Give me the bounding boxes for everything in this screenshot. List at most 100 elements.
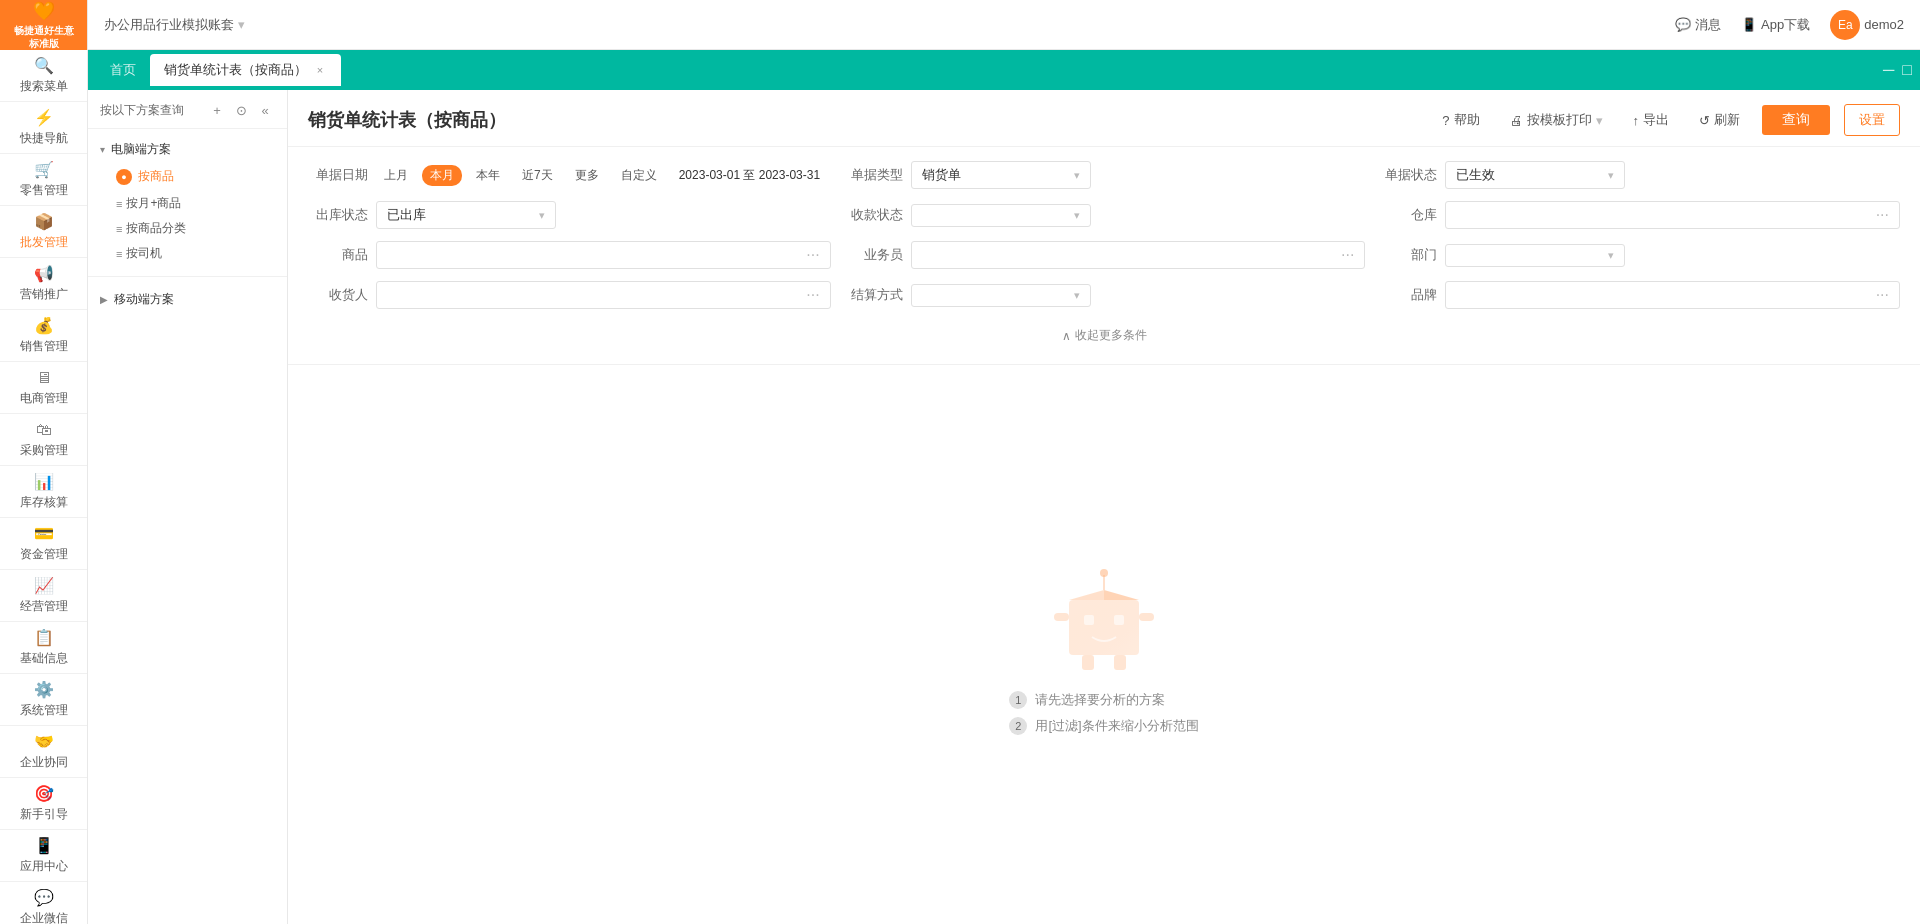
sidebar-item-search[interactable]: 🔍 搜索菜单 xyxy=(0,50,87,102)
sidebar-item-stock[interactable]: 📊 库存核算 xyxy=(0,466,87,518)
receiver-picker-btn[interactable]: ··· xyxy=(806,286,819,304)
svg-rect-5 xyxy=(1054,613,1069,621)
filter-warehouse: 仓库 ··· xyxy=(1377,201,1900,229)
product-picker-btn[interactable]: ··· xyxy=(806,246,819,264)
messages-btn[interactable]: 💬 消息 xyxy=(1675,16,1721,34)
salesperson-picker-btn[interactable]: ··· xyxy=(1341,246,1354,264)
settlement-select[interactable]: ▾ xyxy=(911,284,1091,307)
finance-icon: 💳 xyxy=(34,524,54,543)
top-bar-left: 办公用品行业模拟账套 ▾ xyxy=(104,16,245,34)
add-scheme-btn[interactable]: + xyxy=(207,100,227,120)
svg-rect-7 xyxy=(1082,655,1094,670)
tip-num-1: 1 xyxy=(1009,691,1027,709)
export-btn[interactable]: ↑ 导出 xyxy=(1625,107,1678,133)
export-icon: ↑ xyxy=(1633,113,1640,128)
date-custom-btn[interactable]: 自定义 xyxy=(613,165,665,186)
system-icon: ⚙️ xyxy=(34,680,54,699)
apps-icon: 📱 xyxy=(34,836,54,855)
page-header: 销货单统计表（按商品） ? 帮助 🖨 按模板打印 ▾ ↑ 导出 xyxy=(288,90,1920,147)
top-bar-right: 💬 消息 📱 App下载 Ea demo2 xyxy=(1675,10,1904,40)
svg-rect-0 xyxy=(1069,600,1139,655)
date-last-month-btn[interactable]: 上月 xyxy=(376,165,416,186)
sub-icon2: ≡ xyxy=(116,223,122,235)
sidebar-item-wechat[interactable]: 💬 企业微信 xyxy=(0,882,87,924)
doc-status-select[interactable]: 已生效 ▾ xyxy=(1445,161,1625,189)
filter-date: 单据日期 上月 本月 本年 近7天 更多 自定义 2023-03-01 至 20… xyxy=(308,161,831,189)
filter-doc-type: 单据类型 销货单 ▾ xyxy=(843,161,1366,189)
salesperson-input[interactable]: ··· xyxy=(911,241,1366,269)
coop-icon: 🤝 xyxy=(34,732,54,751)
sidebar-item-purchase[interactable]: 🛍 采购管理 xyxy=(0,414,87,466)
svg-rect-6 xyxy=(1139,613,1154,621)
doc-type-select[interactable]: 销货单 ▾ xyxy=(911,161,1091,189)
sidebar-item-coop[interactable]: 🤝 企业协同 xyxy=(0,726,87,778)
warehouse-picker-btn[interactable]: ··· xyxy=(1876,206,1889,224)
settings-scheme-btn[interactable]: ⊙ xyxy=(231,100,251,120)
tab-active[interactable]: 销货单统计表（按商品） × xyxy=(150,54,341,86)
stock-icon: 📊 xyxy=(34,472,54,491)
sidebar-item-apps[interactable]: 📱 应用中心 xyxy=(0,830,87,882)
message-icon: 💬 xyxy=(1675,17,1691,32)
sidebar-item-marketing[interactable]: 📢 营销推广 xyxy=(0,258,87,310)
app-download-btn[interactable]: 📱 App下载 xyxy=(1741,16,1810,34)
query-btn[interactable]: 查询 xyxy=(1762,105,1830,135)
brand-input[interactable]: ··· xyxy=(1445,281,1900,309)
date-7days-btn[interactable]: 近7天 xyxy=(514,165,561,186)
help-btn[interactable]: ? 帮助 xyxy=(1434,107,1487,133)
warehouse-input[interactable]: ··· xyxy=(1445,201,1900,229)
product-input[interactable]: ··· xyxy=(376,241,831,269)
sidebar-item-retail[interactable]: 🛒 零售管理 xyxy=(0,154,87,206)
scheme-by-cashier[interactable]: ≡ 按司机 xyxy=(88,241,287,266)
marketing-icon: 📢 xyxy=(34,264,54,283)
dept-select[interactable]: ▾ xyxy=(1445,244,1625,267)
retail-icon: 🛒 xyxy=(34,160,54,179)
svg-point-4 xyxy=(1100,569,1108,577)
scheme-by-category[interactable]: ≡ 按商品分类 xyxy=(88,216,287,241)
window-maximize-btn[interactable]: □ xyxy=(1902,61,1912,79)
sidebar-item-quick[interactable]: ⚡ 快捷导航 xyxy=(0,102,87,154)
refresh-btn[interactable]: ↺ 刷新 xyxy=(1691,107,1748,133)
filter-brand: 品牌 ··· xyxy=(1377,281,1900,309)
help-icon: ? xyxy=(1442,113,1449,128)
sidebar-item-wholesale[interactable]: 📦 批发管理 xyxy=(0,206,87,258)
receiver-input[interactable]: ··· xyxy=(376,281,831,309)
sidebar-item-sales[interactable]: 💰 销售管理 xyxy=(0,310,87,362)
industry-selector[interactable]: 办公用品行业模拟账套 ▾ xyxy=(104,16,245,34)
svg-rect-8 xyxy=(1114,655,1126,670)
settings-icon: ⊙ xyxy=(236,103,247,118)
payment-status-select[interactable]: ▾ xyxy=(911,204,1091,227)
scheme-by-product[interactable]: ● 按商品 xyxy=(88,162,287,191)
sidebar-item-newbie[interactable]: 🎯 新手引导 xyxy=(0,778,87,830)
sidebar-item-ops[interactable]: 📈 经营管理 xyxy=(0,570,87,622)
settlement-arrow: ▾ xyxy=(1074,289,1080,302)
collapse-panel-btn[interactable]: « xyxy=(255,100,275,120)
section-divider xyxy=(88,276,287,277)
tab-close-btn[interactable]: × xyxy=(313,63,327,77)
app-logo: 🧡 畅捷通好生意 标准版 xyxy=(0,0,87,50)
sidebar: 🧡 畅捷通好生意 标准版 🔍 搜索菜单 ⚡ 快捷导航 🛒 零售管理 📦 批发管理… xyxy=(0,0,88,924)
sidebar-item-base[interactable]: 📋 基础信息 xyxy=(0,622,87,674)
date-this-month-btn[interactable]: 本月 xyxy=(422,165,462,186)
sidebar-item-ecom[interactable]: 🖥 电商管理 xyxy=(0,362,87,414)
date-more-btn[interactable]: 更多 xyxy=(567,165,607,186)
empty-tip-2: 2 用[过滤]条件来缩小分析范围 xyxy=(1009,717,1198,735)
pc-section-title[interactable]: ▾ 电脑端方案 xyxy=(88,137,287,162)
tab-home[interactable]: 首页 xyxy=(96,54,150,86)
user-menu[interactable]: Ea demo2 xyxy=(1830,10,1904,40)
sidebar-item-system[interactable]: ⚙️ 系统管理 xyxy=(0,674,87,726)
sidebar-item-finance[interactable]: 💳 资金管理 xyxy=(0,518,87,570)
date-this-year-btn[interactable]: 本年 xyxy=(468,165,508,186)
settings-btn[interactable]: 设置 xyxy=(1844,104,1900,136)
sub-icon3: ≡ xyxy=(116,248,122,260)
window-minimize-btn[interactable]: ─ xyxy=(1883,61,1894,79)
out-status-select[interactable]: 已出库 ▾ xyxy=(376,201,556,229)
print-btn[interactable]: 🖨 按模板打印 ▾ xyxy=(1502,107,1611,133)
print-dropdown-icon: ▾ xyxy=(1596,113,1603,128)
scheme-by-month-product[interactable]: ≡ 按月+商品 xyxy=(88,191,287,216)
collapse-filters-btn[interactable]: ∧ 收起更多条件 xyxy=(308,321,1900,350)
pc-arrow-icon: ▾ xyxy=(100,144,105,155)
doc-type-arrow: ▾ xyxy=(1074,169,1080,182)
brand-picker-btn[interactable]: ··· xyxy=(1876,286,1889,304)
mobile-arrow-icon: ▶ xyxy=(100,294,108,305)
mobile-section-title[interactable]: ▶ 移动端方案 xyxy=(88,287,287,312)
